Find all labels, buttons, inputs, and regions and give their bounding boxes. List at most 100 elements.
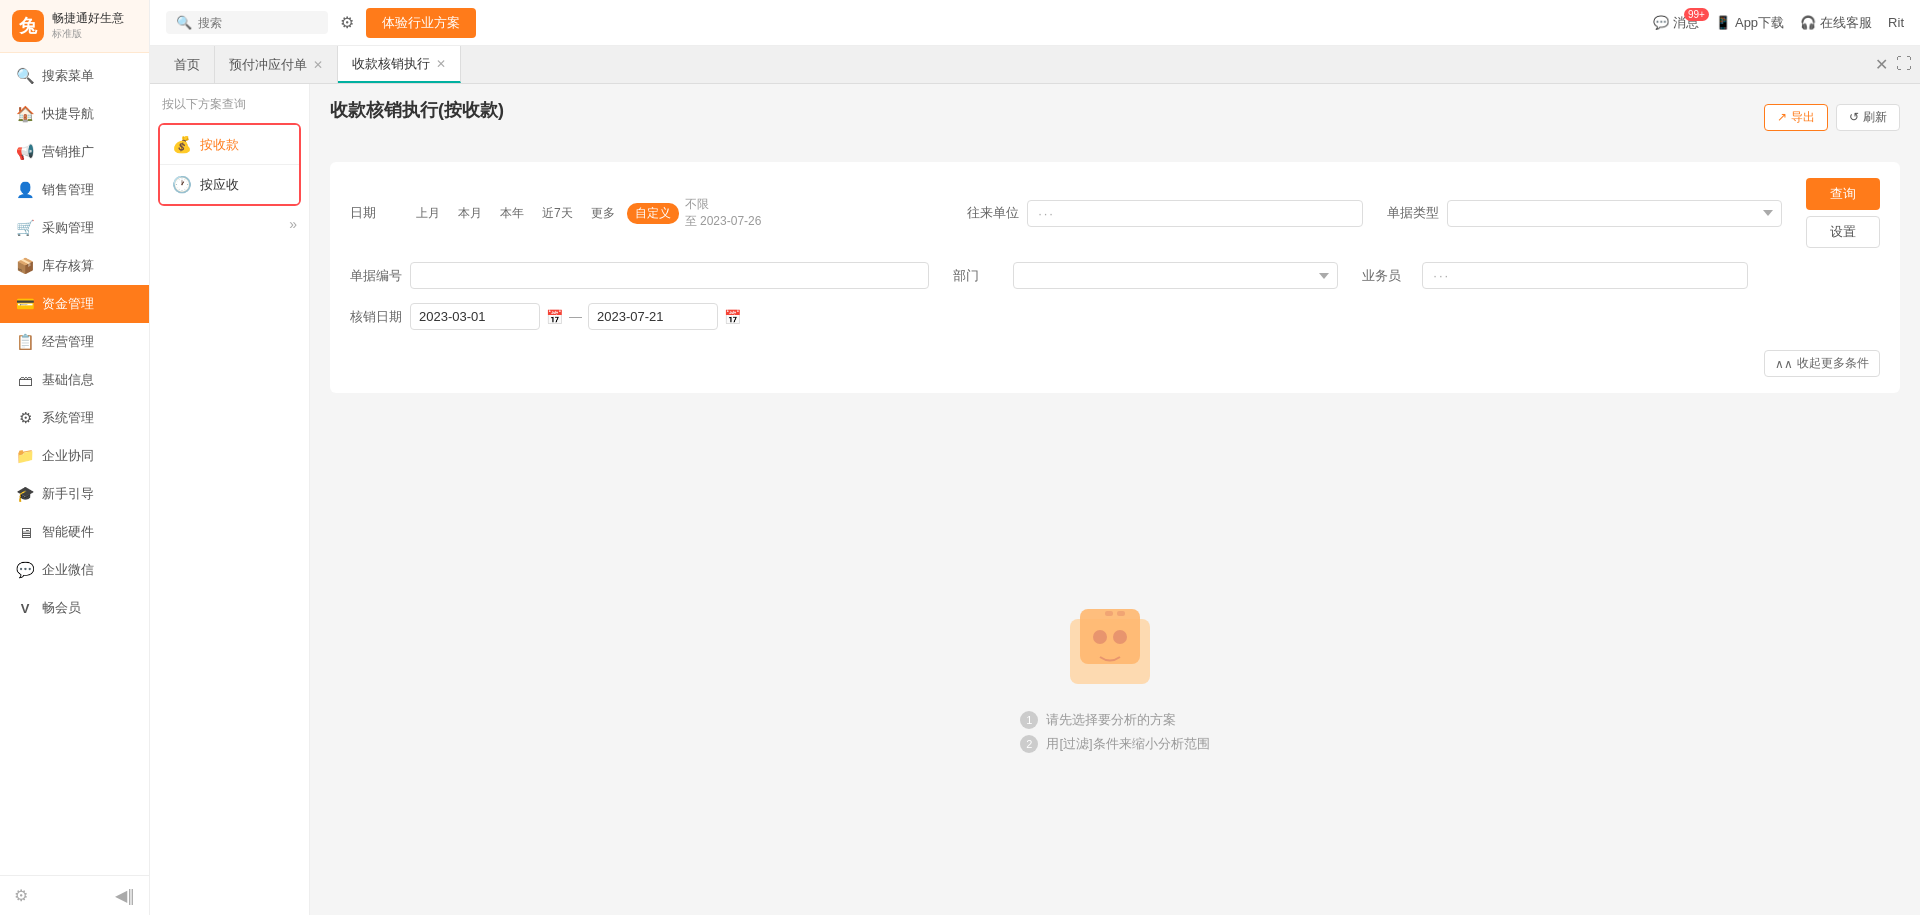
- verify-date-range: 📅 — 📅: [410, 303, 939, 330]
- verify-date-from-input[interactable]: [410, 303, 540, 330]
- doc-no-label: 单据编号: [350, 267, 402, 285]
- sidebar-item-sales[interactable]: 👤 销售管理: [0, 171, 149, 209]
- dept-label: 部门: [953, 267, 1005, 285]
- sales-label: 业务员: [1362, 267, 1414, 285]
- counterpart-label: 往来单位: [967, 204, 1019, 222]
- app-download-btn[interactable]: 📱 App下载: [1715, 14, 1784, 32]
- date-btn-last-month[interactable]: 上月: [410, 203, 446, 224]
- tab-prepay[interactable]: 预付冲应付单 ✕: [215, 46, 338, 83]
- svg-rect-1: [1080, 609, 1140, 664]
- message-btn[interactable]: 💬 消息 99+: [1653, 14, 1699, 32]
- sidebar-item-basic-info[interactable]: 🗃 基础信息: [0, 361, 149, 399]
- header-actions: ↗ 导出 ↺ 刷新: [1764, 104, 1900, 131]
- settings-btn[interactable]: 设置: [1806, 216, 1880, 248]
- doc-no-field: 单据编号: [350, 262, 929, 289]
- service-icon: 🎧: [1800, 15, 1816, 30]
- verify-date-label: 核销日期: [350, 308, 402, 326]
- filter-item-by-receivable[interactable]: 🕐 按应收: [160, 165, 299, 204]
- collapse-sidebar-icon[interactable]: ◀‖: [115, 886, 135, 905]
- sidebar-item-search[interactable]: 🔍 搜索菜单: [0, 57, 149, 95]
- sidebar-item-guide[interactable]: 🎓 新手引导: [0, 475, 149, 513]
- tabbar-controls: ✕ ⛶: [1875, 55, 1912, 74]
- sidebar-item-member[interactable]: V 畅会员: [0, 589, 149, 627]
- topbar-search-box[interactable]: 🔍: [166, 11, 328, 34]
- close-tab-icon[interactable]: ✕: [1875, 55, 1888, 74]
- basic-info-icon: 🗃: [16, 372, 34, 389]
- counterpart-input[interactable]: ···: [1027, 200, 1362, 227]
- sales-input[interactable]: ···: [1422, 262, 1748, 289]
- date-btn-more[interactable]: 更多: [585, 203, 621, 224]
- search-input[interactable]: [198, 16, 318, 30]
- verify-date-to-input[interactable]: [588, 303, 718, 330]
- collapse-row: ∧∧ 收起更多条件: [350, 350, 1880, 377]
- empty-hints: 1 请先选择要分析的方案 2 用[过滤]条件来缩小分析范围: [1020, 711, 1209, 753]
- sidebar-item-management[interactable]: 📋 经营管理: [0, 323, 149, 361]
- collapse-filter-btn[interactable]: »: [289, 216, 297, 232]
- calendar-from-icon[interactable]: 📅: [546, 309, 563, 325]
- gear-icon[interactable]: ⚙: [340, 13, 354, 32]
- collapse-more-btn[interactable]: ∧∧ 收起更多条件: [1764, 350, 1880, 377]
- search-icon: 🔍: [16, 67, 34, 85]
- tab-home[interactable]: 首页: [158, 46, 215, 83]
- doc-no-input[interactable]: [410, 262, 929, 289]
- svg-rect-4: [1105, 611, 1113, 616]
- sidebar-item-hardware[interactable]: 🖥 智能硬件: [0, 513, 149, 551]
- form-row-3: 核销日期 📅 — 📅: [350, 303, 1880, 330]
- logo-icon: 兔: [12, 10, 44, 42]
- tab-close-prepay[interactable]: ✕: [313, 58, 323, 72]
- sidebar-item-marketing[interactable]: 📢 营销推广: [0, 133, 149, 171]
- wechat-icon: 💬: [16, 561, 34, 579]
- sidebar-item-inventory[interactable]: 📦 库存核算: [0, 247, 149, 285]
- refresh-btn[interactable]: ↺ 刷新: [1836, 104, 1900, 131]
- sidebar-item-nav[interactable]: 🏠 快捷导航: [0, 95, 149, 133]
- export-icon: ↗: [1777, 110, 1787, 124]
- query-btn[interactable]: 查询: [1806, 178, 1880, 210]
- empty-hint-1: 1 请先选择要分析的方案: [1020, 711, 1209, 729]
- sidebar-item-collab[interactable]: 📁 企业协同: [0, 437, 149, 475]
- verify-date-field: 核销日期 📅 — 📅: [350, 303, 939, 330]
- sidebar-footer: ⚙ ◀‖: [0, 875, 149, 915]
- settings-icon[interactable]: ⚙: [14, 886, 28, 905]
- user-menu[interactable]: Rit: [1888, 15, 1904, 30]
- online-service-btn[interactable]: 🎧 在线客服: [1800, 14, 1872, 32]
- export-btn[interactable]: ↗ 导出: [1764, 104, 1828, 131]
- tab-close-receipt[interactable]: ✕: [436, 57, 446, 71]
- sidebar-nav: 🔍 搜索菜单 🏠 快捷导航 📢 营销推广 👤 销售管理 🛒 采购管理 📦 库存核…: [0, 53, 149, 875]
- filter-panel: 按以下方案查询 💰 按收款 🕐 按应收 »: [150, 84, 310, 915]
- date-btn-this-month[interactable]: 本月: [452, 203, 488, 224]
- home-icon: 🏠: [16, 105, 34, 123]
- calendar-to-icon[interactable]: 📅: [724, 309, 741, 325]
- hint-num-2: 2: [1020, 735, 1038, 753]
- sidebar-item-wechat[interactable]: 💬 企业微信: [0, 551, 149, 589]
- sidebar-item-purchase[interactable]: 🛒 采购管理: [0, 209, 149, 247]
- filter-title: 按以下方案查询: [158, 96, 301, 113]
- content-header: 收款核销执行(按收款) ↗ 导出 ↺ 刷新: [310, 84, 1920, 146]
- sales-field: 业务员 ···: [1362, 262, 1748, 289]
- date-unlimit: 不限: [685, 196, 762, 213]
- date-btn-this-year[interactable]: 本年: [494, 203, 530, 224]
- date-separator: —: [569, 309, 582, 324]
- query-area: 日期 上月 本月 本年 近7天 更多 自定义 不限 至 2023-07-: [310, 146, 1920, 915]
- page-title: 收款核销执行(按收款): [330, 98, 504, 122]
- doc-type-select[interactable]: [1447, 200, 1782, 227]
- member-icon: V: [16, 601, 34, 616]
- management-icon: 📋: [16, 333, 34, 351]
- sidebar-item-finance[interactable]: 💳 资金管理: [0, 285, 149, 323]
- date-btn-7days[interactable]: 近7天: [536, 203, 579, 224]
- query-btn-group: 查询 设置: [1806, 178, 1880, 248]
- counterpart-dots: ···: [1038, 206, 1055, 221]
- sidebar-item-system[interactable]: ⚙ 系统管理: [0, 399, 149, 437]
- date-btn-custom[interactable]: 自定义: [627, 203, 679, 224]
- date-shortcuts: 上月 本月 本年 近7天 更多 自定义 不限 至 2023-07-26: [410, 196, 761, 230]
- industry-btn[interactable]: 体验行业方案: [366, 8, 476, 38]
- marketing-icon: 📢: [16, 143, 34, 161]
- search-icon: 🔍: [176, 15, 192, 30]
- date-field: 日期 上月 本月 本年 近7天 更多 自定义 不限 至 2023-07-: [350, 196, 943, 230]
- dept-select[interactable]: [1013, 262, 1339, 289]
- maximize-icon[interactable]: ⛶: [1896, 55, 1912, 74]
- main-area: 🔍 ⚙ 体验行业方案 💬 消息 99+ 📱 App下载 🎧 在线客服 Rit: [150, 0, 1920, 915]
- tab-receipt-verify[interactable]: 收款核销执行 ✕: [338, 46, 461, 83]
- content-area: 按以下方案查询 💰 按收款 🕐 按应收 » 收款核销执行(按收款): [150, 84, 1920, 915]
- filter-item-by-receipt[interactable]: 💰 按收款: [160, 125, 299, 164]
- finance-icon: 💳: [16, 295, 34, 313]
